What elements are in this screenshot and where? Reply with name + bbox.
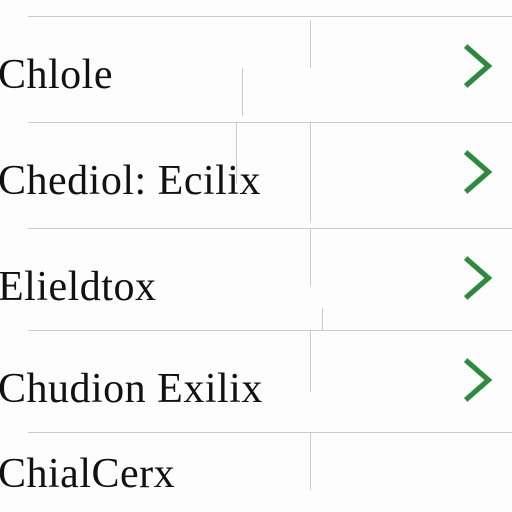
grid-border — [28, 228, 512, 229]
grid-border — [322, 308, 323, 330]
spreadsheet-area: Chlole Chediol: Ecilix Elieldtox Chudion… — [0, 0, 512, 512]
chevron-right-icon[interactable] — [452, 252, 504, 309]
table-row[interactable]: ChialCerx — [0, 432, 512, 512]
row-label: ChialCerx — [0, 450, 175, 498]
grid-border — [28, 16, 512, 17]
row-label: Chudion Exilix — [0, 365, 263, 413]
chevron-right-icon[interactable] — [452, 40, 504, 97]
grid-border — [310, 432, 311, 490]
row-label: Chediol: Ecilix — [0, 157, 261, 205]
grid-border — [28, 330, 512, 331]
grid-border — [242, 68, 243, 116]
grid-border — [310, 20, 311, 68]
row-label: Elieldtox — [0, 263, 156, 311]
table-row[interactable]: Elieldtox — [0, 228, 512, 328]
chevron-right-icon[interactable] — [452, 146, 504, 203]
table-row[interactable]: Chlole — [0, 16, 512, 116]
chevron-right-icon[interactable] — [452, 354, 504, 411]
grid-border — [28, 122, 512, 123]
table-row[interactable]: Chediol: Ecilix — [0, 122, 512, 222]
grid-border — [28, 432, 512, 433]
grid-border — [310, 122, 311, 222]
grid-border — [310, 228, 311, 286]
grid-border — [310, 330, 311, 392]
table-row[interactable]: Chudion Exilix — [0, 330, 512, 430]
row-label: Chlole — [0, 51, 113, 99]
